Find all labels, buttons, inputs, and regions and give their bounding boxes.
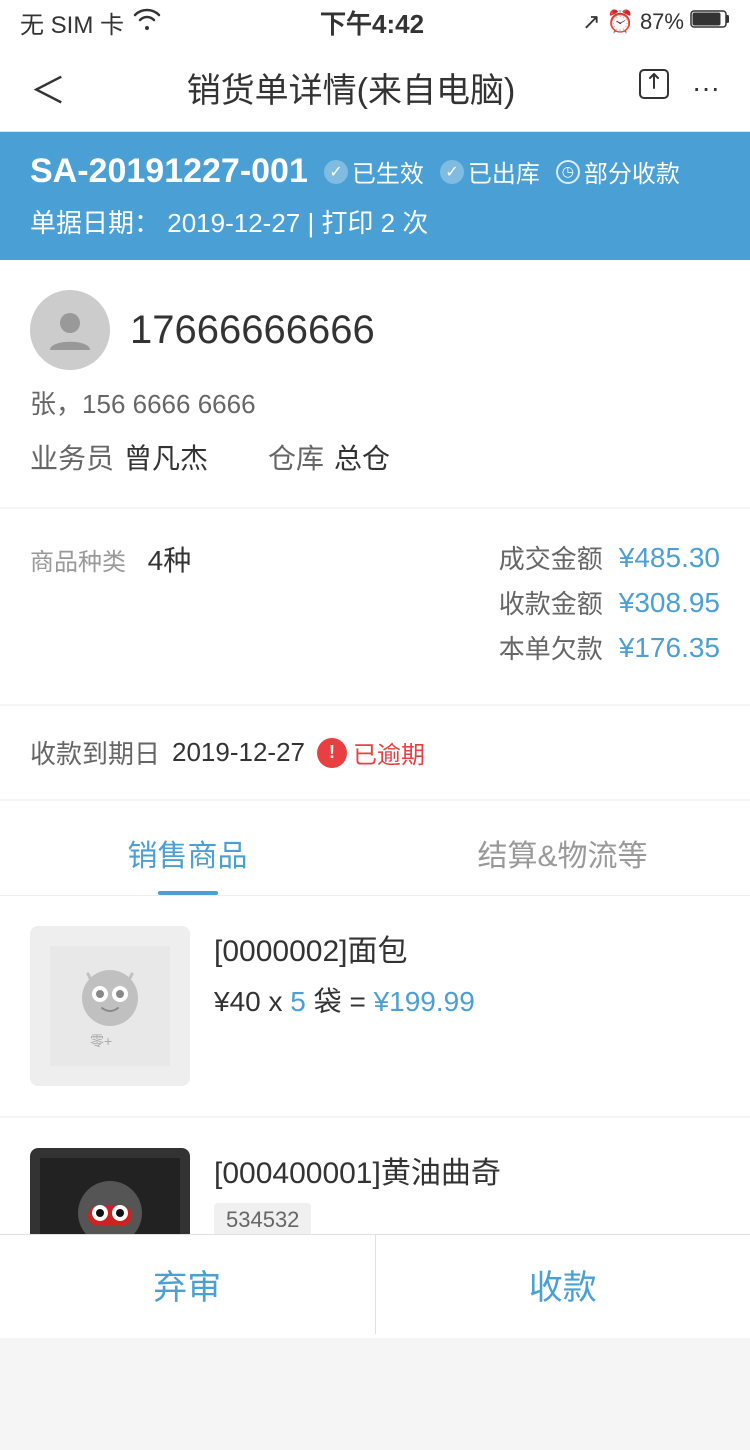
summary-right: 成交金额 ¥485.30 收款金额 ¥308.95 本单欠款 ¥176.35 [499, 539, 720, 674]
badge-shipped: ✓ 已出库 [440, 154, 540, 189]
overdue-label: 已逾期 [353, 735, 425, 770]
check-icon-2: ✓ [440, 160, 464, 184]
wifi-icon [132, 8, 162, 37]
status-right: ↗ ⏰ 87% [582, 9, 730, 35]
share-button[interactable] [636, 66, 672, 109]
payment-row: 收款金额 ¥308.95 [499, 584, 720, 621]
alarm-icon: ⏰ [607, 9, 634, 35]
battery-icon [690, 9, 730, 35]
amount-row: 成交金额 ¥485.30 [499, 539, 720, 576]
debt-label: 本单欠款 [499, 629, 603, 666]
sales-rep-label: 业务员 [30, 437, 114, 477]
back-button[interactable]: ＜ [30, 62, 66, 114]
cancel-review-label: 弃审 [153, 1260, 221, 1309]
summary-left: 商品种类 4种 [30, 539, 191, 583]
status-left: 无 SIM 卡 [20, 5, 162, 40]
tab-underline [158, 891, 218, 895]
product-type-count: 4种 [148, 545, 192, 576]
amount-label: 成交金额 [499, 539, 603, 576]
order-banner: SA-20191227-001 ✓ 已生效 ✓ 已出库 ◷ 部分收款 单据日期：… [0, 132, 750, 260]
tab-settlement-label: 结算&物流等 [477, 840, 647, 873]
tab-settlement[interactable]: 结算&物流等 [375, 801, 750, 895]
customer-meta: 业务员 曾凡杰 仓库 总仓 [30, 437, 720, 477]
product-qty-1: 5 [290, 986, 306, 1017]
badge-active: ✓ 已生效 [324, 154, 424, 189]
carrier-label: 无 SIM 卡 [20, 5, 124, 40]
customer-name-phone: 张，156 6666 6666 [30, 384, 720, 421]
due-section: 收款到期日 2019-12-27 ! 已逾期 [0, 706, 750, 799]
more-button[interactable]: ··· [692, 72, 720, 104]
product-thumb-1: 零+ [30, 926, 190, 1086]
nav-bar: ＜ 销货单详情(来自电脑) ··· [0, 44, 750, 132]
summary-section: 商品种类 4种 成交金额 ¥485.30 收款金额 ¥308.95 本单欠款 ¥… [0, 509, 750, 704]
product-total-1: ¥199.99 [374, 986, 475, 1017]
collect-payment-label: 收款 [529, 1260, 597, 1309]
order-date: 单据日期： 2019-12-27 | 打印 2 次 [30, 203, 720, 240]
tabs-section: 销售商品 结算&物流等 [0, 801, 750, 896]
overdue-icon: ! [317, 738, 347, 768]
customer-section: 17666666666 张，156 6666 6666 业务员 曾凡杰 仓库 总… [0, 260, 750, 507]
product-list: 零+ [0000002]面包 ¥40 x 5 袋 = ¥199.99 [0, 896, 750, 1450]
status-time: 下午4:42 [320, 4, 424, 41]
payment-value: ¥308.95 [619, 587, 720, 619]
product-type-label: 商品种类 [30, 549, 126, 576]
nav-left: ＜ [30, 62, 66, 114]
tab-sales-goods[interactable]: 销售商品 [0, 801, 375, 895]
product-price-1: ¥40 x 5 袋 = ¥199.99 [214, 980, 720, 1020]
sales-rep-value: 曾凡杰 [124, 437, 208, 477]
product-info-1: [0000002]面包 ¥40 x 5 袋 = ¥199.99 [214, 926, 720, 1020]
due-date-value: 2019-12-27 [172, 737, 305, 768]
page-title: 销货单详情(来自电脑) [187, 63, 516, 112]
order-id: SA-20191227-001 [30, 152, 308, 191]
warehouse-value: 总仓 [334, 437, 390, 477]
warehouse-row: 仓库 总仓 [268, 437, 390, 477]
svg-text:零+: 零+ [90, 1033, 112, 1049]
tab-sales-goods-label: 销售商品 [128, 840, 248, 873]
check-icon-1: ✓ [324, 160, 348, 184]
payment-label: 收款金额 [499, 584, 603, 621]
product-code-2: [000400001] [214, 1157, 381, 1190]
battery-label: 87% [640, 9, 684, 35]
avatar [30, 290, 110, 370]
bottom-bar: 弃审 收款 [0, 1234, 750, 1334]
cancel-review-button[interactable]: 弃审 [0, 1235, 376, 1334]
product-type-row: 商品种类 4种 [30, 539, 191, 579]
customer-phone: 17666666666 [130, 308, 375, 353]
debt-value: ¥176.35 [619, 632, 720, 664]
tabs-row: 销售商品 结算&物流等 [0, 801, 750, 895]
status-bar: 无 SIM 卡 下午4:42 ↗ ⏰ 87% [0, 0, 750, 44]
product-name-1: [0000002]面包 [214, 926, 720, 970]
clock-icon: ◷ [556, 160, 580, 184]
overdue-badge: ! 已逾期 [317, 735, 425, 770]
list-item: 零+ [0000002]面包 ¥40 x 5 袋 = ¥199.99 [0, 896, 750, 1116]
due-date-label: 收款到期日 [30, 734, 160, 771]
location-icon: ↗ [582, 9, 600, 35]
sales-rep-row: 业务员 曾凡杰 [30, 437, 208, 477]
badge-partial: ◷ 部分收款 [556, 154, 680, 189]
collect-payment-button[interactable]: 收款 [376, 1235, 750, 1334]
nav-right: ··· [636, 66, 720, 109]
product-name-2: [000400001]黄油曲奇 [214, 1148, 720, 1192]
debt-row: 本单欠款 ¥176.35 [499, 629, 720, 666]
amount-value: ¥485.30 [619, 542, 720, 574]
product-code-1: [0000002] [214, 935, 347, 968]
warehouse-label: 仓库 [268, 437, 324, 477]
product-sku-badge: 534532 [214, 1203, 311, 1237]
